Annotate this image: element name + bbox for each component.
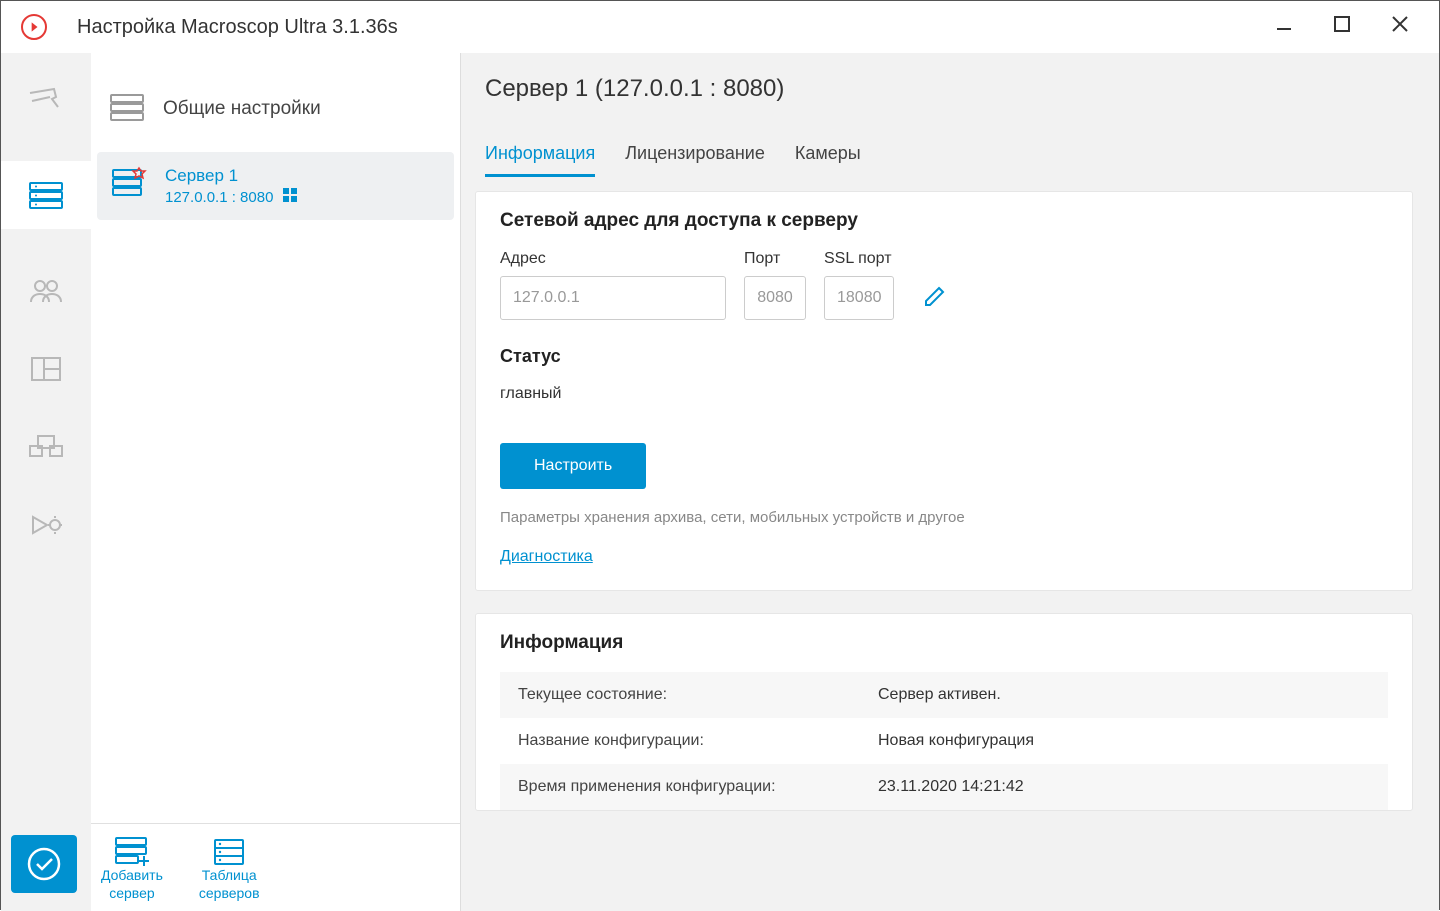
app-logo-icon <box>21 14 47 40</box>
nav-automation-icon[interactable] <box>28 509 64 541</box>
info-card: Информация Текущее состояние: Сервер акт… <box>475 613 1413 811</box>
network-card: Сетевой адрес для доступа к серверу Адре… <box>475 191 1413 591</box>
info-key: Текущее состояние: <box>518 686 878 704</box>
servers-table-icon <box>213 834 245 866</box>
content-scroll[interactable]: Сетевой адрес для доступа к серверу Адре… <box>461 177 1439 911</box>
status-value: главный <box>500 385 1388 403</box>
minimize-button[interactable] <box>1275 15 1293 39</box>
tab-cameras[interactable]: Камеры <box>795 143 861 177</box>
info-val: Новая конфигурация <box>878 732 1034 750</box>
nav-servers-icon[interactable] <box>28 179 64 211</box>
apply-button[interactable] <box>11 835 77 893</box>
server-address: 127.0.0.1 : 8080 <box>165 188 297 206</box>
diagnostics-link[interactable]: Диагностика <box>500 548 593 566</box>
info-val: 23.11.2020 14:21:42 <box>878 778 1024 796</box>
nav-users-icon[interactable] <box>28 275 64 307</box>
tab-license[interactable]: Лицензирование <box>625 143 765 177</box>
configure-hint: Параметры хранения архива, сети, мобильн… <box>500 509 1388 526</box>
nav-icon-sidebar <box>1 53 91 911</box>
ssl-port-input[interactable] <box>824 276 894 320</box>
info-table: Текущее состояние: Сервер активен. Назва… <box>500 672 1388 810</box>
info-row: Текущее состояние: Сервер активен. <box>500 672 1388 718</box>
server-name: Сервер 1 <box>165 166 297 186</box>
port-input[interactable] <box>744 276 806 320</box>
add-server-icon <box>114 834 150 866</box>
info-val: Сервер активен. <box>878 686 1001 704</box>
server-item-icon <box>111 166 147 206</box>
info-key: Время применения конфигурации: <box>518 778 878 796</box>
tabs: Информация Лицензирование Камеры <box>485 133 1415 177</box>
window-title: Настройка Macroscop Ultra 3.1.36s <box>77 16 398 39</box>
info-key: Название конфигурации: <box>518 732 878 750</box>
info-row: Название конфигурации: Новая конфигураци… <box>500 718 1388 764</box>
port-label: Порт <box>744 250 806 268</box>
servers-table-button[interactable]: Таблица серверов <box>199 834 260 901</box>
info-row: Время применения конфигурации: 23.11.202… <box>500 764 1388 810</box>
servers-stack-icon <box>109 93 145 124</box>
nav-videowall-icon[interactable] <box>28 431 64 463</box>
add-server-button[interactable]: Добавить сервер <box>101 834 163 901</box>
close-button[interactable] <box>1391 15 1409 39</box>
main-panel: Сервер 1 (127.0.0.1 : 8080) Информация Л… <box>461 53 1439 911</box>
address-label: Адрес <box>500 250 726 268</box>
tab-info[interactable]: Информация <box>485 143 595 177</box>
edit-address-icon[interactable] <box>922 283 948 320</box>
titlebar: Настройка Macroscop Ultra 3.1.36s <box>1 1 1439 53</box>
network-section-title: Сетевой адрес для доступа к серверу <box>500 210 1388 232</box>
nav-layouts-icon[interactable] <box>28 353 64 385</box>
tree-heading-label: Общие настройки <box>163 98 321 120</box>
page-title: Сервер 1 (127.0.0.1 : 8080) <box>485 75 1415 103</box>
nav-cameras-icon[interactable] <box>28 83 64 115</box>
tree-footer: Добавить сервер Таблица серверов <box>91 823 460 901</box>
status-label: Статус <box>500 346 1388 367</box>
tree-heading[interactable]: Общие настройки <box>91 73 460 152</box>
info-section-title: Информация <box>500 632 1388 654</box>
ssl-port-label: SSL порт <box>824 250 894 268</box>
window-controls <box>1275 15 1429 39</box>
maximize-button[interactable] <box>1333 15 1351 39</box>
servers-tree-panel: Общие настройки Сервер 1 127.0.0.1 : 808… <box>91 53 461 911</box>
address-input[interactable] <box>500 276 726 320</box>
configure-button[interactable]: Настроить <box>500 443 646 489</box>
server-tree-item[interactable]: Сервер 1 127.0.0.1 : 8080 <box>97 152 454 220</box>
windows-os-icon <box>283 188 297 206</box>
